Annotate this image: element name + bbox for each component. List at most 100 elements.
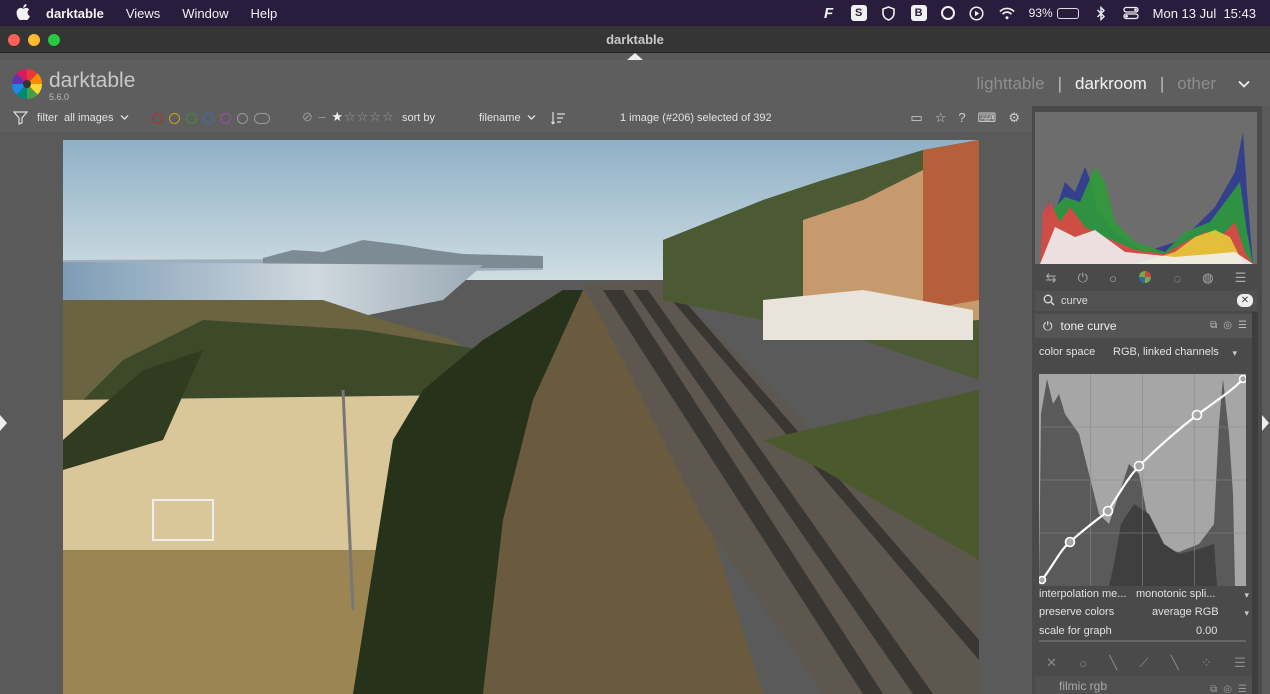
color-label-purple[interactable] — [220, 113, 231, 124]
bluetooth-icon[interactable] — [1093, 5, 1109, 21]
base-modules-icon[interactable]: ○ — [1109, 271, 1117, 286]
effect-modules-icon[interactable]: ◍ — [1202, 270, 1213, 286]
zoom-button[interactable] — [48, 34, 60, 46]
interpolation-value[interactable]: monotonic spli... — [1136, 588, 1215, 600]
brand-name: darktable — [49, 69, 136, 92]
interpolation-row[interactable]: interpolation me... monotonic spli... ▾ — [1039, 588, 1249, 600]
brush-tool-icon[interactable]: ╲ — [1171, 655, 1179, 671]
color-label-blue[interactable] — [203, 113, 214, 124]
grouping-icon[interactable]: ▭ — [910, 110, 922, 126]
close-icon[interactable]: ✕ — [1046, 655, 1057, 671]
right-panel-toggle-icon[interactable] — [1262, 415, 1269, 431]
view-switcher: lighttable | darkroom | other — [977, 74, 1250, 94]
color-label-yellow[interactable] — [169, 113, 180, 124]
filter-label: filter — [37, 112, 58, 124]
color-label-toggle[interactable] — [254, 113, 270, 124]
color-space-row[interactable]: color space RGB, linked channels ▾ — [1039, 346, 1239, 358]
menubar-clock[interactable]: Mon 13 Jul 15:43 — [1153, 6, 1256, 21]
view-separator: | — [1057, 74, 1063, 93]
photo-preview[interactable] — [63, 140, 979, 694]
menu-views[interactable]: Views — [126, 6, 160, 21]
color-label-filter — [152, 113, 270, 124]
left-panel-toggle-icon[interactable] — [0, 415, 7, 431]
view-darkroom[interactable]: darkroom — [1075, 74, 1147, 94]
quick-access-icon[interactable]: ⇆ — [1046, 270, 1057, 286]
reset-icon[interactable]: ◎ — [1223, 320, 1232, 331]
multi-instance-icon[interactable]: ⧉ — [1210, 320, 1217, 331]
search-input[interactable]: curve — [1061, 295, 1088, 307]
clear-search-icon[interactable]: ✕ — [1237, 294, 1253, 307]
sort-order-icon[interactable] — [551, 111, 566, 128]
preserve-colors-value[interactable]: average RGB — [1152, 606, 1219, 618]
play-circle-icon[interactable] — [969, 5, 985, 21]
panel-scrollbar[interactable] — [1252, 312, 1258, 694]
battery-percent: 93% — [1028, 6, 1053, 20]
color-label-gray[interactable] — [237, 113, 248, 124]
view-lighttable[interactable]: lighttable — [977, 74, 1045, 94]
sort-label: sort by — [402, 112, 436, 124]
filter-toolbar: filter all images ⊘ – ★☆☆☆☆ sort by file… — [0, 106, 1032, 132]
help-icon[interactable]: ? — [958, 110, 965, 126]
preserve-colors-label: preserve colors — [1039, 606, 1115, 618]
filter-dropdown[interactable]: all images — [64, 112, 114, 124]
chevron-down-icon[interactable]: ▾ — [1244, 608, 1249, 619]
tone-curve-header[interactable]: ⏻ tone curve ⧉ ◎ ☰ — [1035, 314, 1257, 338]
sort-dropdown[interactable]: filename — [479, 112, 521, 124]
scale-graph-slider[interactable] — [1039, 640, 1246, 642]
interpolation-label: interpolation me... — [1039, 588, 1127, 600]
filter-funnel-icon[interactable] — [12, 111, 29, 128]
circle-tool-icon[interactable]: ○ — [1079, 656, 1087, 671]
presets-icon[interactable]: ☰ — [1238, 320, 1247, 331]
rating-filter[interactable]: ⊘ – ★☆☆☆☆ — [302, 109, 395, 125]
power-icon[interactable]: ⏻ — [1043, 319, 1053, 334]
presets-menu-icon[interactable]: ☰ — [1235, 270, 1247, 286]
chevron-down-icon[interactable] — [527, 112, 536, 124]
close-button[interactable] — [8, 34, 20, 46]
search-icon — [1043, 294, 1055, 309]
filmic-rgb-header[interactable]: filmic rgb ⧉ ◎ ☰ — [1035, 676, 1257, 694]
apple-icon[interactable] — [0, 3, 46, 23]
active-modules-icon[interactable]: ⏻ — [1078, 270, 1088, 286]
window-titlebar: darktable — [0, 26, 1270, 53]
s-app-icon[interactable]: S — [850, 5, 867, 21]
view-other[interactable]: other — [1177, 74, 1216, 94]
color-space-value[interactable]: RGB, linked channels — [1113, 346, 1219, 358]
chevron-down-icon[interactable]: ▾ — [1232, 348, 1237, 359]
shield-icon[interactable] — [881, 5, 897, 21]
histogram[interactable] — [1035, 112, 1257, 264]
gear-icon[interactable]: ⚙ — [1008, 110, 1020, 126]
multi-instance-icon[interactable]: ⧉ — [1210, 680, 1217, 694]
star-icon[interactable]: ☆ — [935, 110, 947, 126]
correct-modules-icon[interactable]: ◌ — [1173, 271, 1181, 286]
picker-tool-icon[interactable]: ╲ — [1109, 655, 1117, 671]
fantastical-icon[interactable]: F — [821, 5, 837, 22]
color-label-green[interactable] — [186, 113, 197, 124]
tone-curve-graph[interactable] — [1039, 374, 1246, 586]
menu-app-name[interactable]: darktable — [46, 6, 104, 21]
menu-icon[interactable]: ☰ — [1234, 655, 1246, 671]
scale-graph-row[interactable]: scale for graph 0.00 — [1039, 625, 1239, 637]
toolbar-right-icons: ▭ ☆ ? ⌨ ⚙ — [910, 110, 1020, 126]
reset-icon[interactable]: ◎ — [1223, 680, 1232, 694]
chevron-down-icon[interactable] — [120, 112, 129, 124]
path-tool-icon[interactable]: ⟋ — [1140, 655, 1149, 671]
menu-help[interactable]: Help — [251, 6, 278, 21]
keyboard-shortcuts-icon[interactable]: ⌨ — [978, 110, 997, 126]
module-search[interactable]: curve ✕ — [1035, 291, 1257, 311]
minimize-button[interactable] — [28, 34, 40, 46]
wifi-icon[interactable] — [998, 5, 1015, 21]
darktable-logo-icon — [12, 69, 42, 99]
color-label-red[interactable] — [152, 113, 163, 124]
battery-indicator[interactable]: 93% — [1029, 6, 1079, 20]
menu-window[interactable]: Window — [182, 6, 228, 21]
pattern-tool-icon[interactable]: ⁘ — [1201, 655, 1212, 671]
chevron-down-icon[interactable] — [1238, 77, 1250, 91]
preserve-colors-row[interactable]: preserve colors average RGB ▾ — [1039, 606, 1249, 618]
record-circle-icon[interactable] — [940, 6, 955, 20]
chevron-down-icon[interactable]: ▾ — [1244, 590, 1249, 601]
color-modules-icon[interactable] — [1138, 270, 1152, 287]
control-center-icon[interactable] — [1122, 5, 1139, 21]
presets-icon[interactable]: ☰ — [1238, 680, 1247, 694]
top-panel-toggle-icon[interactable] — [627, 53, 643, 60]
b-app-icon[interactable]: B — [910, 5, 927, 21]
